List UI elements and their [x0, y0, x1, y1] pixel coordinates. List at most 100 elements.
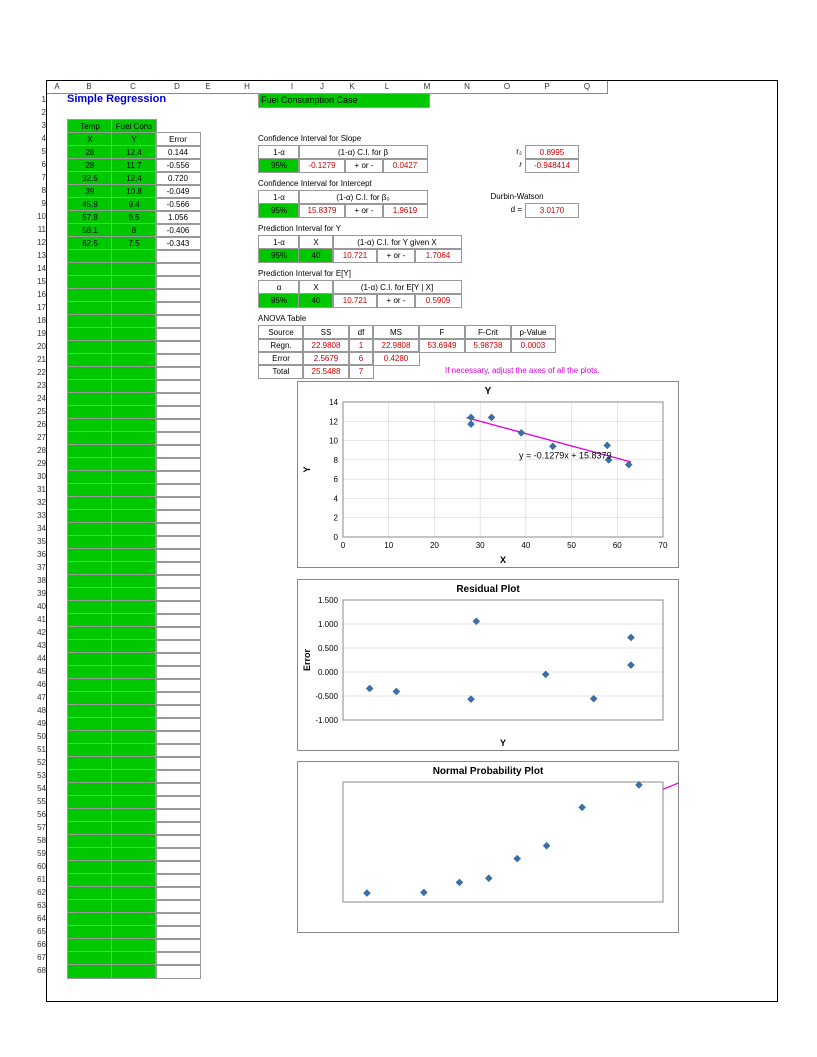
- col-hdr-N[interactable]: N: [447, 81, 488, 94]
- row-hdr-37[interactable]: 37: [25, 561, 48, 574]
- empty-green[interactable]: [67, 964, 113, 979]
- row-hdr-32[interactable]: 32: [25, 496, 48, 509]
- row-hdr-13[interactable]: 13: [25, 249, 48, 262]
- ci-slope-v1[interactable]: 95%: [258, 158, 300, 173]
- row-hdr-33[interactable]: 33: [25, 509, 48, 522]
- row-hdr-27[interactable]: 27: [25, 431, 48, 444]
- row-hdr-36[interactable]: 36: [25, 548, 48, 561]
- row-hdr-38[interactable]: 38: [25, 574, 48, 587]
- row-hdr-30[interactable]: 30: [25, 470, 48, 483]
- row-hdr-25[interactable]: 25: [25, 405, 48, 418]
- svg-text:0: 0: [341, 541, 346, 550]
- col-hdr-P[interactable]: P: [527, 81, 568, 94]
- row-hdr-11[interactable]: 11: [25, 223, 48, 236]
- pey-v1[interactable]: 95%: [258, 293, 300, 308]
- row-hdr-23[interactable]: 23: [25, 379, 48, 392]
- empty-cell[interactable]: [155, 964, 201, 979]
- case-title: Fuel Consumption Case: [258, 93, 430, 108]
- py-v1[interactable]: 95%: [258, 248, 300, 263]
- col-hdr-Q[interactable]: Q: [567, 81, 608, 94]
- row-hdr-9[interactable]: 9: [25, 197, 48, 210]
- row-hdr-29[interactable]: 29: [25, 457, 48, 470]
- row-hdr-66[interactable]: 66: [25, 938, 48, 951]
- row-hdr-10[interactable]: 10: [25, 210, 48, 223]
- pey-v5: 0.5909: [414, 293, 462, 308]
- row-hdr-20[interactable]: 20: [25, 340, 48, 353]
- row-hdr-64[interactable]: 64: [25, 912, 48, 925]
- svg-text:0.000: 0.000: [318, 668, 339, 677]
- row-hdr-22[interactable]: 22: [25, 366, 48, 379]
- col-hdr-A[interactable]: A: [47, 81, 68, 94]
- row-hdr-39[interactable]: 39: [25, 587, 48, 600]
- row-hdr-47[interactable]: 47: [25, 691, 48, 704]
- lab-dw2: d =: [487, 203, 522, 216]
- ci-slope-v2: -0.1279: [298, 158, 346, 173]
- row-hdr-1[interactable]: 1: [25, 93, 48, 106]
- row-hdr-31[interactable]: 31: [25, 483, 48, 496]
- row-hdr-58[interactable]: 58: [25, 834, 48, 847]
- empty-green[interactable]: [111, 964, 157, 979]
- py-v4: + or -: [376, 248, 416, 263]
- pey-v2[interactable]: 40: [298, 293, 334, 308]
- row-hdr-5[interactable]: 5: [25, 145, 48, 158]
- svg-text:6: 6: [334, 475, 339, 484]
- row-hdr-61[interactable]: 61: [25, 873, 48, 886]
- svg-text:8: 8: [334, 456, 339, 465]
- row-hdr-6[interactable]: 6: [25, 158, 48, 171]
- row-hdr-16[interactable]: 16: [25, 288, 48, 301]
- svg-text:-0.500: -0.500: [315, 692, 338, 701]
- row-hdr-63[interactable]: 63: [25, 899, 48, 912]
- svg-text:Residual Plot: Residual Plot: [456, 584, 520, 595]
- row-hdr-67[interactable]: 67: [25, 951, 48, 964]
- col-hdr-E[interactable]: E: [199, 81, 218, 94]
- row-hdr-17[interactable]: 17: [25, 301, 48, 314]
- row-hdr-50[interactable]: 50: [25, 730, 48, 743]
- row-hdr-65[interactable]: 65: [25, 925, 48, 938]
- row-hdr-40[interactable]: 40: [25, 600, 48, 613]
- row-hdr-51[interactable]: 51: [25, 743, 48, 756]
- row-hdr-3[interactable]: 3: [25, 119, 48, 132]
- ci-slope-v4: 0.0427: [382, 158, 428, 173]
- pey-v4: + or -: [376, 293, 416, 308]
- row-hdr-18[interactable]: 18: [25, 314, 48, 327]
- row-hdr-21[interactable]: 21: [25, 353, 48, 366]
- row-hdr-55[interactable]: 55: [25, 795, 48, 808]
- row-hdr-52[interactable]: 52: [25, 756, 48, 769]
- py-v2[interactable]: 40: [298, 248, 334, 263]
- row-hdr-48[interactable]: 48: [25, 704, 48, 717]
- row-hdr-2[interactable]: 2: [25, 106, 48, 119]
- row-hdr-56[interactable]: 56: [25, 808, 48, 821]
- row-hdr-68[interactable]: 68: [25, 964, 48, 977]
- row-hdr-44[interactable]: 44: [25, 652, 48, 665]
- row-hdr-15[interactable]: 15: [25, 275, 48, 288]
- row-hdr-28[interactable]: 28: [25, 444, 48, 457]
- row-hdr-60[interactable]: 60: [25, 860, 48, 873]
- row-hdr-45[interactable]: 45: [25, 665, 48, 678]
- col-hdr-O[interactable]: O: [487, 81, 528, 94]
- row-hdr-54[interactable]: 54: [25, 782, 48, 795]
- row-hdr-49[interactable]: 49: [25, 717, 48, 730]
- row-hdr-24[interactable]: 24: [25, 392, 48, 405]
- row-hdr-41[interactable]: 41: [25, 613, 48, 626]
- row-hdr-62[interactable]: 62: [25, 886, 48, 899]
- row-hdr-19[interactable]: 19: [25, 327, 48, 340]
- row-hdr-34[interactable]: 34: [25, 522, 48, 535]
- row-hdr-12[interactable]: 12: [25, 236, 48, 249]
- row-hdr-53[interactable]: 53: [25, 769, 48, 782]
- lab-pey: Prediction Interval for E[Y]: [258, 267, 428, 280]
- svg-text:50: 50: [567, 541, 576, 550]
- row-hdr-26[interactable]: 26: [25, 418, 48, 431]
- row-hdr-7[interactable]: 7: [25, 171, 48, 184]
- ci-int-v1[interactable]: 95%: [258, 203, 300, 218]
- row-hdr-59[interactable]: 59: [25, 847, 48, 860]
- row-hdr-57[interactable]: 57: [25, 821, 48, 834]
- row-hdr-8[interactable]: 8: [25, 184, 48, 197]
- row-hdr-46[interactable]: 46: [25, 678, 48, 691]
- row-hdr-35[interactable]: 35: [25, 535, 48, 548]
- anova-0-4: 53.6949: [418, 338, 466, 353]
- row-hdr-42[interactable]: 42: [25, 626, 48, 639]
- py-v5: 1.7064: [414, 248, 462, 263]
- row-hdr-14[interactable]: 14: [25, 262, 48, 275]
- row-hdr-43[interactable]: 43: [25, 639, 48, 652]
- row-hdr-4[interactable]: 4: [25, 132, 48, 145]
